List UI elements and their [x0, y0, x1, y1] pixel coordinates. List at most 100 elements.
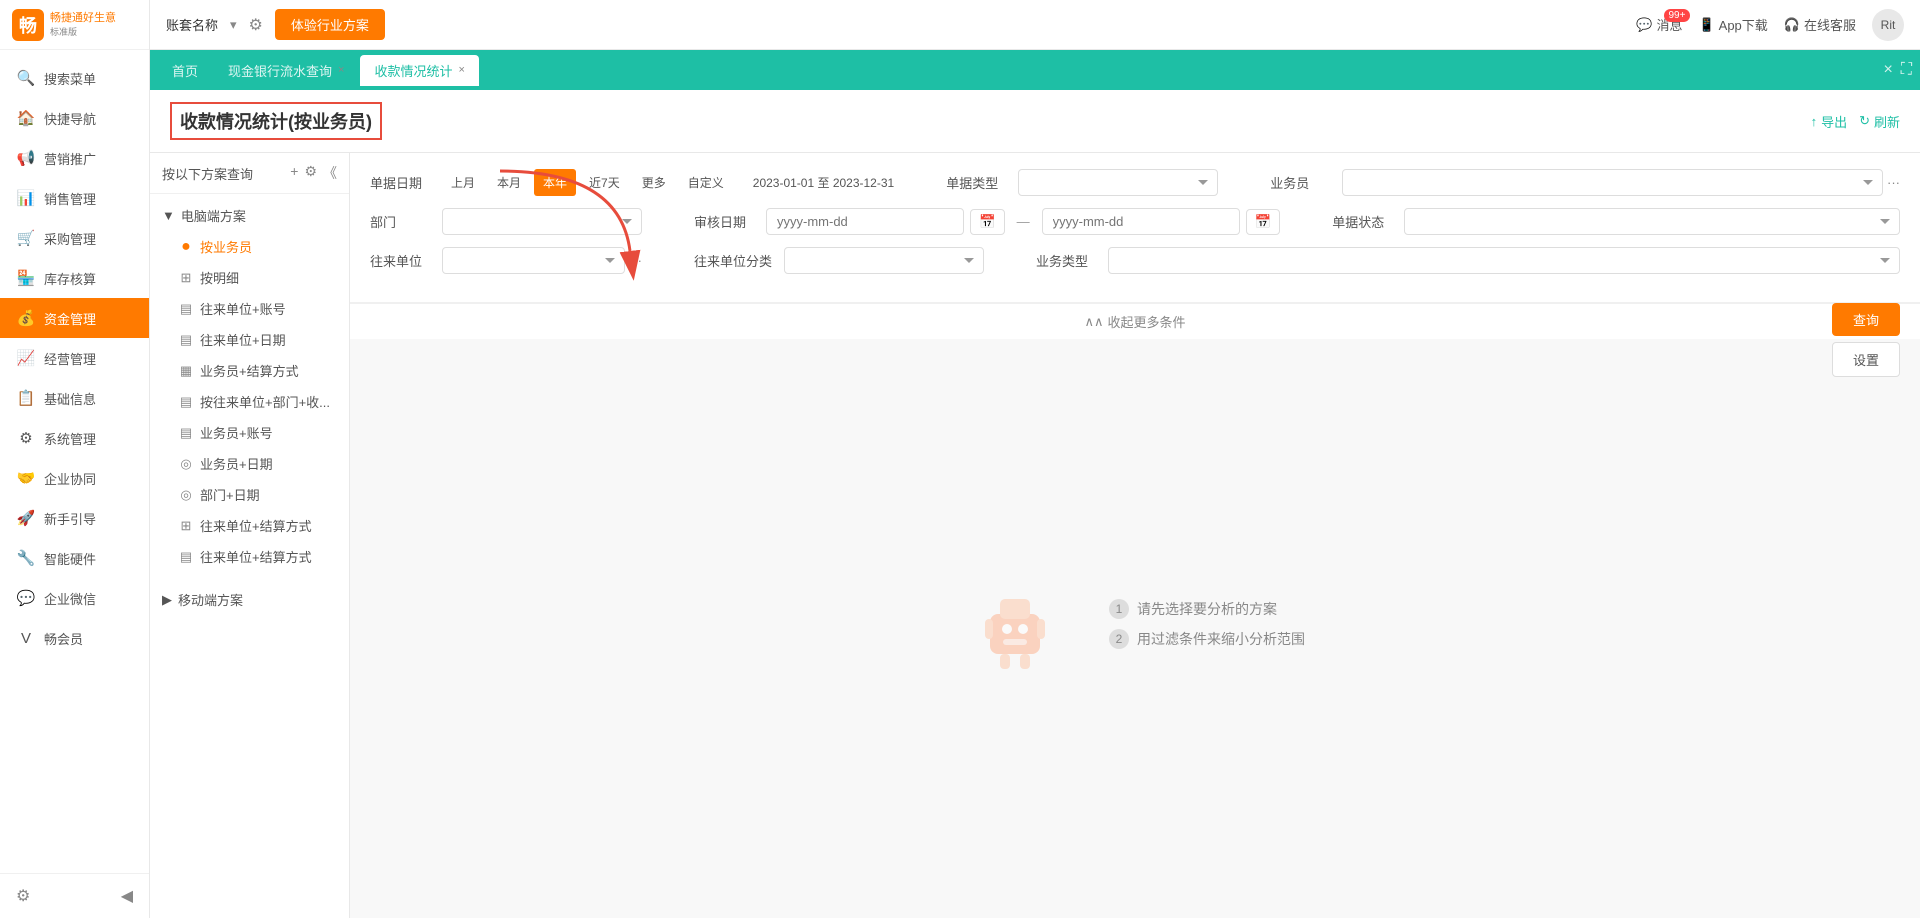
- scheme-partner-date[interactable]: ▤ 往来单位+日期: [150, 324, 349, 355]
- scheme-salesman-account[interactable]: ▤ 业务员+账号: [150, 417, 349, 448]
- review-date-label: 审核日期: [694, 212, 754, 231]
- sidebar-item-purchase[interactable]: 🛒 采购管理: [0, 218, 149, 258]
- mobile-schemes-parent[interactable]: ▶ 移动端方案: [150, 584, 349, 615]
- salesman-date-icon: ◎: [178, 456, 194, 472]
- messages-btn[interactable]: 💬 消息 99+: [1636, 15, 1682, 34]
- date-tab-7days[interactable]: 近7天: [580, 169, 629, 196]
- sidebar-item-quicknav[interactable]: 🏠 快捷导航: [0, 98, 149, 138]
- doc-type-select[interactable]: [1018, 169, 1218, 196]
- sidebar-item-hardware[interactable]: 🔧 智能硬件: [0, 538, 149, 578]
- panel-header: 按以下方案查询 + ⚙ 《: [150, 153, 349, 194]
- salesman-account-icon: ▤: [178, 425, 194, 441]
- sidebar-item-sales-label: 销售管理: [44, 189, 96, 208]
- scheme-by-salesman[interactable]: ● 按业务员: [150, 231, 349, 262]
- scheme-partner-settle1[interactable]: ⊞ 往来单位+结算方式: [150, 510, 349, 541]
- refresh-label: 刷新: [1874, 112, 1900, 131]
- empty-robot-illustration: [965, 579, 1065, 679]
- date-tab-this-month[interactable]: 本月: [488, 169, 530, 196]
- scheme-partner-account[interactable]: ▤ 往来单位+账号: [150, 293, 349, 324]
- desktop-schemes-parent[interactable]: ▼ 电脑端方案: [150, 200, 349, 231]
- scheme-by-salesman-label: 按业务员: [200, 237, 252, 256]
- footer-settings-icon[interactable]: ⚙: [16, 886, 30, 906]
- date-tab-custom[interactable]: 自定义: [679, 169, 733, 196]
- tab-close-window-btn[interactable]: ×: [1883, 61, 1892, 79]
- home-icon: 🏠: [16, 108, 36, 128]
- tab-home[interactable]: 首页: [158, 55, 212, 86]
- guide-icon: 🚀: [16, 508, 36, 528]
- date-tab-last-month[interactable]: 上月: [442, 169, 484, 196]
- online-service-label: 在线客服: [1804, 15, 1856, 34]
- collapse-bar[interactable]: ∧∧ 收起更多条件: [350, 303, 1920, 339]
- chevron-down-icon[interactable]: ▾: [230, 17, 237, 33]
- refresh-button[interactable]: ↻ 刷新: [1859, 112, 1900, 131]
- review-date-from-input[interactable]: [766, 208, 964, 235]
- scheme-salesman-date-label: 业务员+日期: [200, 454, 273, 473]
- sidebar-item-search[interactable]: 🔍 搜索菜单: [0, 58, 149, 98]
- sidebar-item-enterprise[interactable]: 🤝 企业协同: [0, 458, 149, 498]
- refresh-icon: ↻: [1859, 113, 1870, 129]
- sales-icon: 📊: [16, 188, 36, 208]
- tab-bank-flow[interactable]: 现金银行流水查询 ×: [214, 55, 358, 86]
- tab-receipt-stats[interactable]: 收款情况统计 ×: [360, 55, 478, 86]
- tab-maximize-btn[interactable]: ⛶: [1901, 61, 1912, 79]
- sidebar-item-marketing[interactable]: 📢 营销推广: [0, 138, 149, 178]
- sidebar-item-system[interactable]: ⚙ 系统管理: [0, 418, 149, 458]
- sidebar-item-operations-label: 经营管理: [44, 349, 96, 368]
- partner-category-select[interactable]: [784, 247, 984, 274]
- salesman-settle-icon: ▦: [178, 363, 194, 379]
- trial-button[interactable]: 体验行业方案: [275, 9, 385, 40]
- sidebar-item-member[interactable]: V 畅会员: [0, 618, 149, 658]
- user-avatar[interactable]: Rit: [1872, 9, 1904, 41]
- sidebar-item-operations[interactable]: 📈 经营管理: [0, 338, 149, 378]
- dept-select[interactable]: [442, 208, 642, 235]
- date-tab-this-year[interactable]: 本年: [534, 169, 576, 196]
- online-service-btn[interactable]: 🎧 在线客服: [1784, 15, 1856, 34]
- biz-type-select[interactable]: [1108, 247, 1900, 274]
- scheme-by-detail[interactable]: ⊞ 按明细: [150, 262, 349, 293]
- doc-status-select[interactable]: [1404, 208, 1900, 235]
- partner-dots-icon[interactable]: ···: [629, 253, 642, 268]
- app-download-btn[interactable]: 📱 App下载: [1698, 15, 1767, 34]
- sidebar-item-sales[interactable]: 📊 销售管理: [0, 178, 149, 218]
- tree-collapse-icon: ▶: [162, 592, 172, 608]
- tab-receipt-stats-label: 收款情况统计: [374, 61, 452, 80]
- review-date-to-input[interactable]: [1042, 208, 1240, 235]
- header-actions: 💬 消息 99+ 📱 App下载 🎧 在线客服 Rit: [1636, 9, 1904, 41]
- sidebar-item-finance[interactable]: 💰 资金管理: [0, 298, 149, 338]
- collapse-label: 收起更多条件: [1108, 312, 1186, 331]
- sidebar-item-inventory[interactable]: 🏪 库存核算: [0, 258, 149, 298]
- messages-badge: 99+: [1664, 9, 1691, 22]
- scheme-settings-btn[interactable]: ⚙: [304, 163, 317, 183]
- sidebar-item-wechat[interactable]: 💬 企业微信: [0, 578, 149, 618]
- scheme-dept-date[interactable]: ◎ 部门+日期: [150, 479, 349, 510]
- query-button[interactable]: 查询: [1832, 303, 1900, 336]
- scheme-salesman-date[interactable]: ◎ 业务员+日期: [150, 448, 349, 479]
- wechat-icon: 💬: [16, 588, 36, 608]
- empty-tips: 1 请先选择要分析的方案 2 用过滤条件来缩小分析范围: [1109, 599, 1305, 659]
- tab-receipt-stats-close[interactable]: ×: [458, 64, 464, 76]
- calendar-from-btn[interactable]: 📅: [970, 209, 1005, 235]
- salesman-select[interactable]: [1342, 169, 1883, 196]
- left-panel: 按以下方案查询 + ⚙ 《 ▼ 电脑端方案 ●: [150, 153, 350, 918]
- date-tab-more[interactable]: 更多: [633, 169, 675, 196]
- scheme-partner-settle2[interactable]: ▤ 往来单位+结算方式: [150, 541, 349, 572]
- salesman-label: 业务员: [1270, 173, 1330, 192]
- footer-collapse-icon[interactable]: ◀‌‌‌‌‌‌: [121, 886, 133, 906]
- partner-select[interactable]: [442, 247, 625, 274]
- collapse-panel-btn[interactable]: 《: [323, 163, 337, 183]
- sidebar-item-guide[interactable]: 🚀 新手引导: [0, 498, 149, 538]
- calendar-to-btn[interactable]: 📅: [1246, 209, 1281, 235]
- scheme-partner-dept[interactable]: ▤ 按往来单位+部门+收...: [150, 386, 349, 417]
- sidebar-item-basic[interactable]: 📋 基础信息: [0, 378, 149, 418]
- filter-settings-button[interactable]: 设置: [1832, 342, 1900, 377]
- salesman-more-icon[interactable]: ···: [1887, 175, 1900, 190]
- partner-date-icon: ▤: [178, 332, 194, 348]
- sidebar-item-marketing-label: 营销推广: [44, 149, 96, 168]
- settings-gear-icon[interactable]: ⚙: [249, 15, 263, 35]
- add-scheme-btn[interactable]: +: [290, 163, 298, 183]
- marketing-icon: 📢: [16, 148, 36, 168]
- tab-bank-flow-close[interactable]: ×: [338, 64, 344, 76]
- export-button[interactable]: ↑ 导出: [1811, 112, 1848, 131]
- filter-area: 单据日期 上月 本月 本年 近7天 更多 自定义 2023-01-01 至 20…: [350, 153, 1920, 303]
- scheme-salesman-settle[interactable]: ▦ 业务员+结算方式: [150, 355, 349, 386]
